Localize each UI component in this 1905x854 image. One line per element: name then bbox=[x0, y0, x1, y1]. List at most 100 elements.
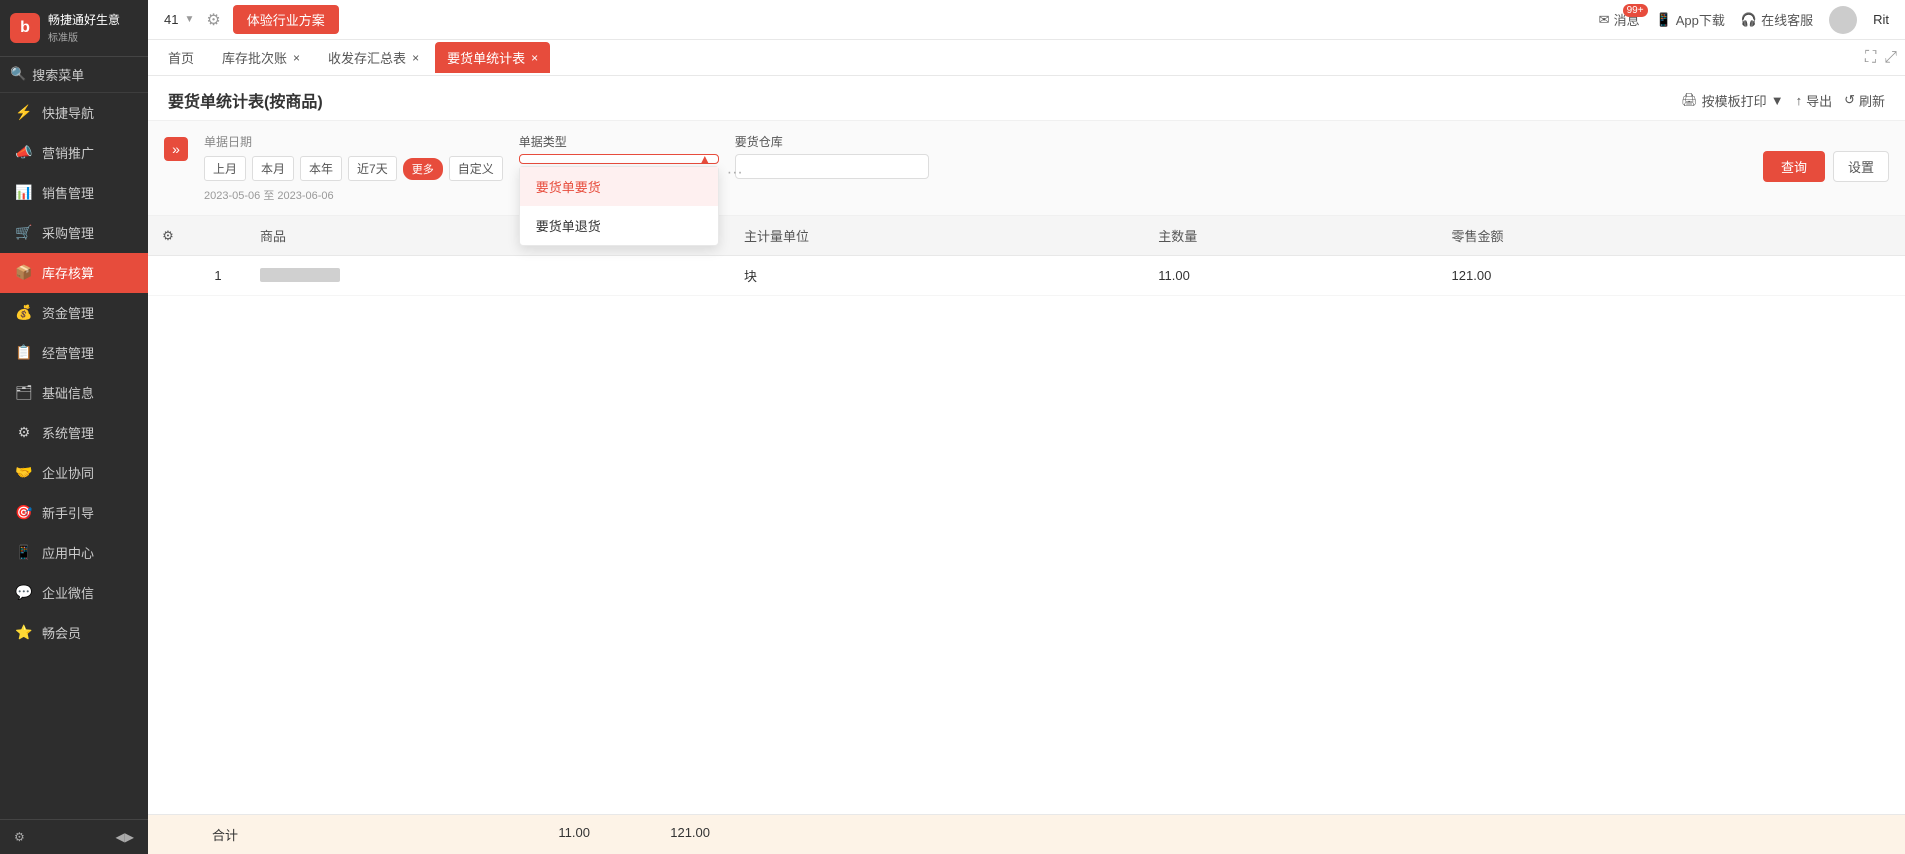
marketing-icon: 📣 bbox=[14, 143, 34, 163]
app-logo-icon: b bbox=[10, 13, 40, 43]
sidebar-item-label: 新手引导 bbox=[42, 503, 94, 522]
dropdown-option-1[interactable]: 要货单要货 bbox=[520, 167, 718, 206]
tab-requisition-stat-close[interactable]: × bbox=[531, 51, 538, 65]
period-btn-last-month[interactable]: 上月 bbox=[204, 156, 246, 181]
store-selector[interactable]: 41 ▼ bbox=[164, 12, 194, 27]
tab-batch-stock[interactable]: 库存批次账 × bbox=[210, 42, 312, 73]
col-settings-header[interactable]: ⚙ bbox=[148, 216, 188, 256]
page-content: 要货单统计表(按商品) 🖨 按模板打印 ▼ ↑ 导出 ↺ 刷新 » bbox=[148, 76, 1905, 854]
export-label: 导出 bbox=[1806, 91, 1832, 110]
print-icon: 🖨 bbox=[1681, 92, 1698, 108]
sidebar-item-label: 库存核算 bbox=[42, 263, 94, 282]
sidebar-item-purchase[interactable]: 🛒 采购管理 bbox=[0, 213, 148, 253]
tab-requisition-stat[interactable]: 要货单统计表 × bbox=[435, 42, 550, 73]
row-index: 1 bbox=[188, 256, 248, 296]
filter-bar: » 单据日期 上月 本月 本年 近7天 更多 自定义 2023-05-06 至 … bbox=[148, 121, 1905, 216]
table-footer: 合计 11.00 121.00 bbox=[148, 814, 1905, 854]
type-filter-group: 单据类型 ▲ ··· 要货单要货 要货单退货 bbox=[519, 133, 719, 164]
filter-toggle-btn[interactable]: » bbox=[164, 137, 188, 161]
sidebar-item-app-center[interactable]: 📱 应用中心 bbox=[0, 533, 148, 573]
search-menu[interactable]: 🔍 搜索菜单 bbox=[0, 57, 148, 93]
sidebar-item-guide[interactable]: 🎯 新手引导 bbox=[0, 493, 148, 533]
sidebar-item-system[interactable]: ⚙ 系统管理 bbox=[0, 413, 148, 453]
main-area: 41 ▼ ⚙ 体验行业方案 ✉ 消息 99+ 📱 App下载 🎧 在线客服 Ri… bbox=[148, 0, 1905, 854]
basic-icon: 🗂 bbox=[14, 383, 34, 403]
sidebar-item-member[interactable]: ⭐ 畅会员 bbox=[0, 613, 148, 653]
page-actions: 🖨 按模板打印 ▼ ↑ 导出 ↺ 刷新 bbox=[1681, 91, 1885, 110]
print-action[interactable]: 🖨 按模板打印 ▼ bbox=[1681, 91, 1783, 110]
tab-expand-icon[interactable]: ⤢ bbox=[1884, 49, 1897, 67]
date-period-row: 上月 本月 本年 近7天 更多 自定义 bbox=[204, 156, 503, 181]
export-action[interactable]: ↑ 导出 bbox=[1796, 91, 1833, 110]
mobile-icon: 📱 bbox=[1656, 12, 1672, 28]
sidebar-item-marketing[interactable]: 📣 营销推广 bbox=[0, 133, 148, 173]
refresh-label: 刷新 bbox=[1859, 91, 1885, 110]
sidebar-item-label: 企业协同 bbox=[42, 463, 94, 482]
col-quantity-header: 主数量 bbox=[1146, 216, 1439, 256]
sales-icon: 📊 bbox=[14, 183, 34, 203]
app-download-btn[interactable]: 📱 App下载 bbox=[1656, 10, 1725, 29]
sidebar-item-enterprise[interactable]: 🤝 企业协同 bbox=[0, 453, 148, 493]
messages-btn[interactable]: ✉ 消息 99+ bbox=[1599, 10, 1640, 29]
type-select[interactable] bbox=[519, 154, 719, 164]
date-filter-group: 单据日期 上月 本月 本年 近7天 更多 自定义 2023-05-06 至 20… bbox=[204, 133, 503, 203]
enterprise-icon: 🤝 bbox=[14, 463, 34, 483]
business-icon: 📋 bbox=[14, 343, 34, 363]
tab-batch-stock-close[interactable]: × bbox=[293, 51, 300, 65]
sidebar-item-label: 企业微信 bbox=[42, 583, 94, 602]
dropdown-option-2[interactable]: 要货单退货 bbox=[520, 206, 718, 245]
online-service-label: 在线客服 bbox=[1761, 10, 1813, 29]
sidebar-item-business[interactable]: 📋 经营管理 bbox=[0, 333, 148, 373]
user-name-label: Rit bbox=[1873, 12, 1889, 27]
sidebar-item-inventory[interactable]: 📦 库存核算 bbox=[0, 253, 148, 293]
settings-footer-icon[interactable]: ⚙ bbox=[14, 830, 25, 844]
member-icon: ⭐ bbox=[14, 623, 34, 643]
period-btn-custom[interactable]: 自定义 bbox=[449, 156, 503, 181]
sidebar-footer: ⚙ ◀▶ bbox=[0, 819, 148, 854]
tab-recv-summary-close[interactable]: × bbox=[412, 51, 419, 65]
store-arrow-icon: ▼ bbox=[184, 14, 194, 25]
tab-recv-summary[interactable]: 收发存汇总表 × bbox=[316, 42, 431, 73]
purchase-icon: 🛒 bbox=[14, 223, 34, 243]
tab-restore-icon[interactable]: ⛶ bbox=[1865, 49, 1876, 67]
settings-btn[interactable]: 设置 bbox=[1833, 151, 1889, 182]
trial-btn[interactable]: 体验行业方案 bbox=[233, 5, 339, 34]
col-unit-header: 主计量单位 bbox=[732, 216, 1146, 256]
period-btn-7days[interactable]: 近7天 bbox=[348, 156, 397, 181]
warehouse-input[interactable] bbox=[735, 154, 929, 179]
app-center-icon: 📱 bbox=[14, 543, 34, 563]
sidebar-logo: b 畅捷通好生意 标准版 bbox=[0, 0, 148, 57]
period-btn-this-year[interactable]: 本年 bbox=[300, 156, 342, 181]
export-icon: ↑ bbox=[1796, 93, 1803, 108]
app-version: 标准版 bbox=[48, 29, 120, 44]
topbar-settings-icon[interactable]: ⚙ bbox=[206, 10, 220, 30]
warehouse-filter-group: 要货仓库 bbox=[735, 133, 929, 179]
online-service-btn[interactable]: 🎧 在线客服 bbox=[1741, 10, 1813, 29]
tab-requisition-stat-label: 要货单统计表 bbox=[447, 48, 525, 67]
search-menu-label: 搜索菜单 bbox=[32, 65, 84, 84]
query-btn[interactable]: 查询 bbox=[1763, 151, 1825, 182]
period-btn-this-month[interactable]: 本月 bbox=[252, 156, 294, 181]
sidebar-item-label: 畅会员 bbox=[42, 623, 81, 642]
type-filter-label: 单据类型 bbox=[519, 133, 719, 150]
sidebar-item-basic[interactable]: 🗂 基础信息 bbox=[0, 373, 148, 413]
tabbar: 首页 库存批次账 × 收发存汇总表 × 要货单统计表 × ⛶ ⤢ bbox=[148, 40, 1905, 76]
period-btn-more[interactable]: 更多 bbox=[403, 158, 443, 180]
messages-badge: 99+ bbox=[1623, 4, 1648, 17]
tab-home[interactable]: 首页 bbox=[156, 42, 206, 73]
sidebar-item-quick-nav[interactable]: ⚡ 快捷导航 bbox=[0, 93, 148, 133]
sidebar-nav: ⚡ 快捷导航 📣 营销推广 📊 销售管理 🛒 采购管理 📦 库存核算 💰 资金管… bbox=[0, 93, 148, 819]
user-avatar[interactable] bbox=[1829, 6, 1857, 34]
sidebar-item-label: 销售管理 bbox=[42, 183, 94, 202]
row-settings[interactable] bbox=[148, 256, 188, 296]
tab-recv-summary-label: 收发存汇总表 bbox=[328, 48, 406, 67]
collapse-sidebar-icon[interactable]: ◀▶ bbox=[116, 830, 134, 844]
sidebar-item-finance[interactable]: 💰 资金管理 bbox=[0, 293, 148, 333]
sidebar-item-label: 应用中心 bbox=[42, 543, 94, 562]
refresh-action[interactable]: ↺ 刷新 bbox=[1844, 91, 1885, 110]
sidebar-item-wechat[interactable]: 💬 企业微信 bbox=[0, 573, 148, 613]
tab-home-label: 首页 bbox=[168, 48, 194, 67]
search-icon: 🔍 bbox=[10, 66, 26, 82]
sidebar-item-sales[interactable]: 📊 销售管理 bbox=[0, 173, 148, 213]
type-filter-dots[interactable]: ··· bbox=[727, 164, 743, 182]
